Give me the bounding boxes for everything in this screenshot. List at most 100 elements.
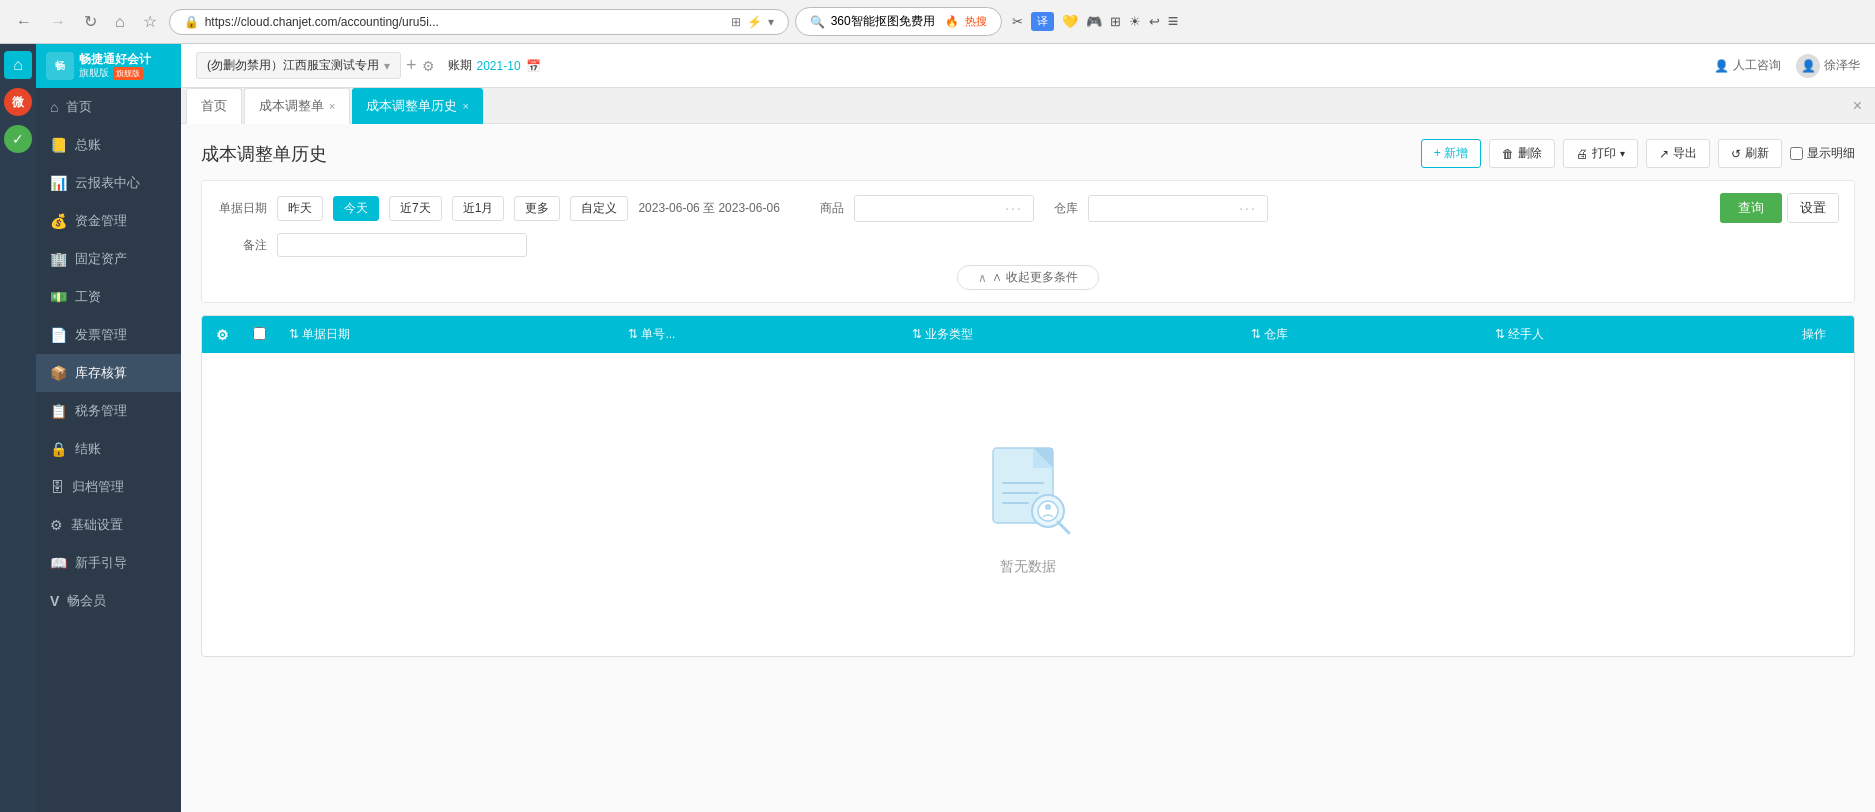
- collapse-more-btn[interactable]: ∧ ∧ 收起更多条件: [217, 265, 1839, 290]
- sidebar-item-tax[interactable]: 📋 税务管理: [36, 392, 181, 430]
- forward-btn[interactable]: →: [44, 11, 72, 33]
- refresh-btn[interactable]: ↺ 刷新: [1718, 139, 1782, 168]
- close-all-tabs-btn[interactable]: ×: [1845, 97, 1870, 115]
- table-header: ⚙ ⇅ 单据日期 ⇅ 单号...: [202, 316, 1854, 353]
- inventory-icon: 📦: [50, 365, 67, 381]
- sidebar-item-home[interactable]: ⌂ 首页: [36, 88, 181, 126]
- show-detail-input[interactable]: [1790, 147, 1803, 160]
- home-icon: ⌂: [50, 99, 58, 115]
- biztype-col-header[interactable]: ⇅ 业务类型: [900, 316, 1239, 353]
- sidebar-label: 归档管理: [72, 478, 124, 496]
- customer-service[interactable]: 👤 人工咨询: [1714, 57, 1781, 74]
- date-col-header[interactable]: ⇅ 单据日期: [277, 316, 616, 353]
- custom-btn[interactable]: 自定义: [570, 196, 628, 221]
- sidebar-item-basicsettings[interactable]: ⚙ 基础设置: [36, 506, 181, 544]
- sidebar-item-invoice[interactable]: 📄 发票管理: [36, 316, 181, 354]
- sidebar-item-salary[interactable]: 💵 工资: [36, 278, 181, 316]
- today-btn[interactable]: 今天: [333, 196, 379, 221]
- settings-col-header[interactable]: ⚙: [202, 316, 242, 353]
- brightness-icon[interactable]: ☀: [1129, 14, 1141, 29]
- query-btn[interactable]: 查询: [1720, 193, 1782, 223]
- home-btn[interactable]: ⌂: [109, 11, 131, 33]
- goods-dots: ···: [1005, 200, 1023, 216]
- more-btn[interactable]: 更多: [514, 196, 560, 221]
- note-input[interactable]: [277, 233, 527, 257]
- filter-area: 单据日期 昨天 今天 近7天 近1月 更多 自定义 2023-06-06 至 2…: [201, 180, 1855, 303]
- tab-cost-history[interactable]: 成本调整单历史 ×: [352, 88, 482, 124]
- lastmonth-btn[interactable]: 近1月: [452, 196, 505, 221]
- show-detail-checkbox[interactable]: 显示明细: [1790, 145, 1855, 162]
- goods-select[interactable]: ···: [854, 195, 1034, 222]
- sidebar-item-inventory[interactable]: 📦 库存核算: [36, 354, 181, 392]
- game-icon[interactable]: 🎮: [1086, 14, 1102, 29]
- service-icon: 👤: [1714, 59, 1729, 73]
- add-company-btn[interactable]: +: [406, 55, 417, 76]
- reload-btn[interactable]: ↻: [78, 10, 103, 33]
- checkbox-col-header[interactable]: [242, 316, 277, 353]
- undo-icon[interactable]: ↩: [1149, 14, 1160, 29]
- last7days-btn[interactable]: 近7天: [389, 196, 442, 221]
- close-cost-adjust-btn[interactable]: ×: [329, 100, 335, 112]
- tab-cost-adjust[interactable]: 成本调整单 ×: [244, 88, 350, 124]
- translate-icon[interactable]: 译: [1031, 12, 1054, 31]
- print-btn[interactable]: 🖨 打印 ▾: [1563, 139, 1638, 168]
- tab-home[interactable]: 首页: [186, 88, 242, 124]
- tab-cost-adjust-label: 成本调整单: [259, 97, 324, 115]
- icon-sidebar-item-0[interactable]: ⌂: [0, 47, 36, 83]
- search-bar[interactable]: 🔍 360智能抠图免费用 🔥 热搜: [795, 7, 1002, 36]
- grid-icon: ⊞: [731, 15, 741, 29]
- warehouse-select[interactable]: ···: [1088, 195, 1268, 222]
- wallet-icon[interactable]: 💛: [1062, 14, 1078, 29]
- sidebar-item-fund[interactable]: 💰 资金管理: [36, 202, 181, 240]
- filter-settings-btn[interactable]: 设置: [1787, 193, 1839, 223]
- new-btn[interactable]: + 新增: [1421, 139, 1481, 168]
- biztype-col-label: 业务类型: [925, 327, 973, 341]
- print-icon: 🖨: [1576, 147, 1588, 161]
- svg-line-8: [1058, 522, 1069, 533]
- address-bar[interactable]: 🔒 https://cloud.chanjet.com/accounting/u…: [169, 9, 789, 35]
- sidebar-item-ledger[interactable]: 📒 总账: [36, 126, 181, 164]
- hot-text: 热搜: [965, 14, 987, 29]
- icon-sidebar-weibo[interactable]: 微: [0, 84, 36, 120]
- icon-sidebar-green[interactable]: ✓: [0, 121, 36, 157]
- user-profile[interactable]: 👤 徐泽华: [1796, 54, 1860, 78]
- period-selector[interactable]: 账期 2021-10 📅: [448, 57, 541, 74]
- select-all-checkbox[interactable]: [253, 327, 266, 340]
- warehouse-col-header[interactable]: ⇅ 仓库: [1239, 316, 1483, 353]
- sidebar-item-newguide[interactable]: 📖 新手引导: [36, 544, 181, 582]
- company-settings-btn[interactable]: ⚙: [422, 58, 435, 74]
- date-filter-label: 单据日期: [217, 200, 267, 217]
- back-btn[interactable]: ←: [10, 11, 38, 33]
- collapse-label: ∧ 收起更多条件: [992, 269, 1077, 286]
- closebooks-icon: 🔒: [50, 441, 67, 457]
- number-col-label: 单号...: [641, 327, 675, 341]
- sidebar-label: 总账: [75, 136, 101, 154]
- delete-btn[interactable]: 🗑 删除: [1489, 139, 1555, 168]
- filter-row-date: 单据日期 昨天 今天 近7天 近1月 更多 自定义 2023-06-06 至 2…: [217, 193, 1839, 223]
- content-tabs-bar: 首页 成本调整单 × 成本调整单历史 × ×: [181, 88, 1875, 124]
- number-col-header[interactable]: ⇅ 单号...: [616, 316, 900, 353]
- sidebar-item-fixedassets[interactable]: 🏢 固定资产: [36, 240, 181, 278]
- company-selector[interactable]: (勿删勿禁用）江西服宝测试专用 ▾: [196, 52, 401, 79]
- date-range-text: 2023-06-06 至 2023-06-06: [638, 200, 779, 217]
- grid-icon2[interactable]: ⊞: [1110, 14, 1121, 29]
- sidebar-item-member[interactable]: V 畅会员: [36, 582, 181, 620]
- yesterday-btn[interactable]: 昨天: [277, 196, 323, 221]
- fixedassets-icon: 🏢: [50, 251, 67, 267]
- secure-icon: 🔒: [184, 15, 199, 29]
- bookmark-btn[interactable]: ☆: [137, 10, 163, 33]
- svg-point-9: [1045, 504, 1051, 510]
- handler-col-header[interactable]: ⇅ 经手人: [1483, 316, 1774, 353]
- export-btn[interactable]: ↗ 导出: [1646, 139, 1710, 168]
- refresh-icon: ↺: [1731, 147, 1741, 161]
- sidebar-item-archive[interactable]: 🗄 归档管理: [36, 468, 181, 506]
- avatar-icon: 👤: [1796, 54, 1820, 78]
- actions-col-header: 操作: [1774, 316, 1854, 353]
- menu-icon[interactable]: ≡: [1168, 11, 1179, 32]
- sidebar-item-closebooks[interactable]: 🔒 结账: [36, 430, 181, 468]
- sidebar-item-cloudreport[interactable]: 📊 云报表中心: [36, 164, 181, 202]
- show-detail-label: 显示明细: [1807, 145, 1855, 162]
- close-cost-history-btn[interactable]: ×: [462, 100, 468, 112]
- page-title-bar: 成本调整单历史 + 新增 🗑 删除 🖨 打印 ▾ ↗ 导出: [201, 139, 1855, 168]
- scissors-icon[interactable]: ✂: [1012, 14, 1023, 29]
